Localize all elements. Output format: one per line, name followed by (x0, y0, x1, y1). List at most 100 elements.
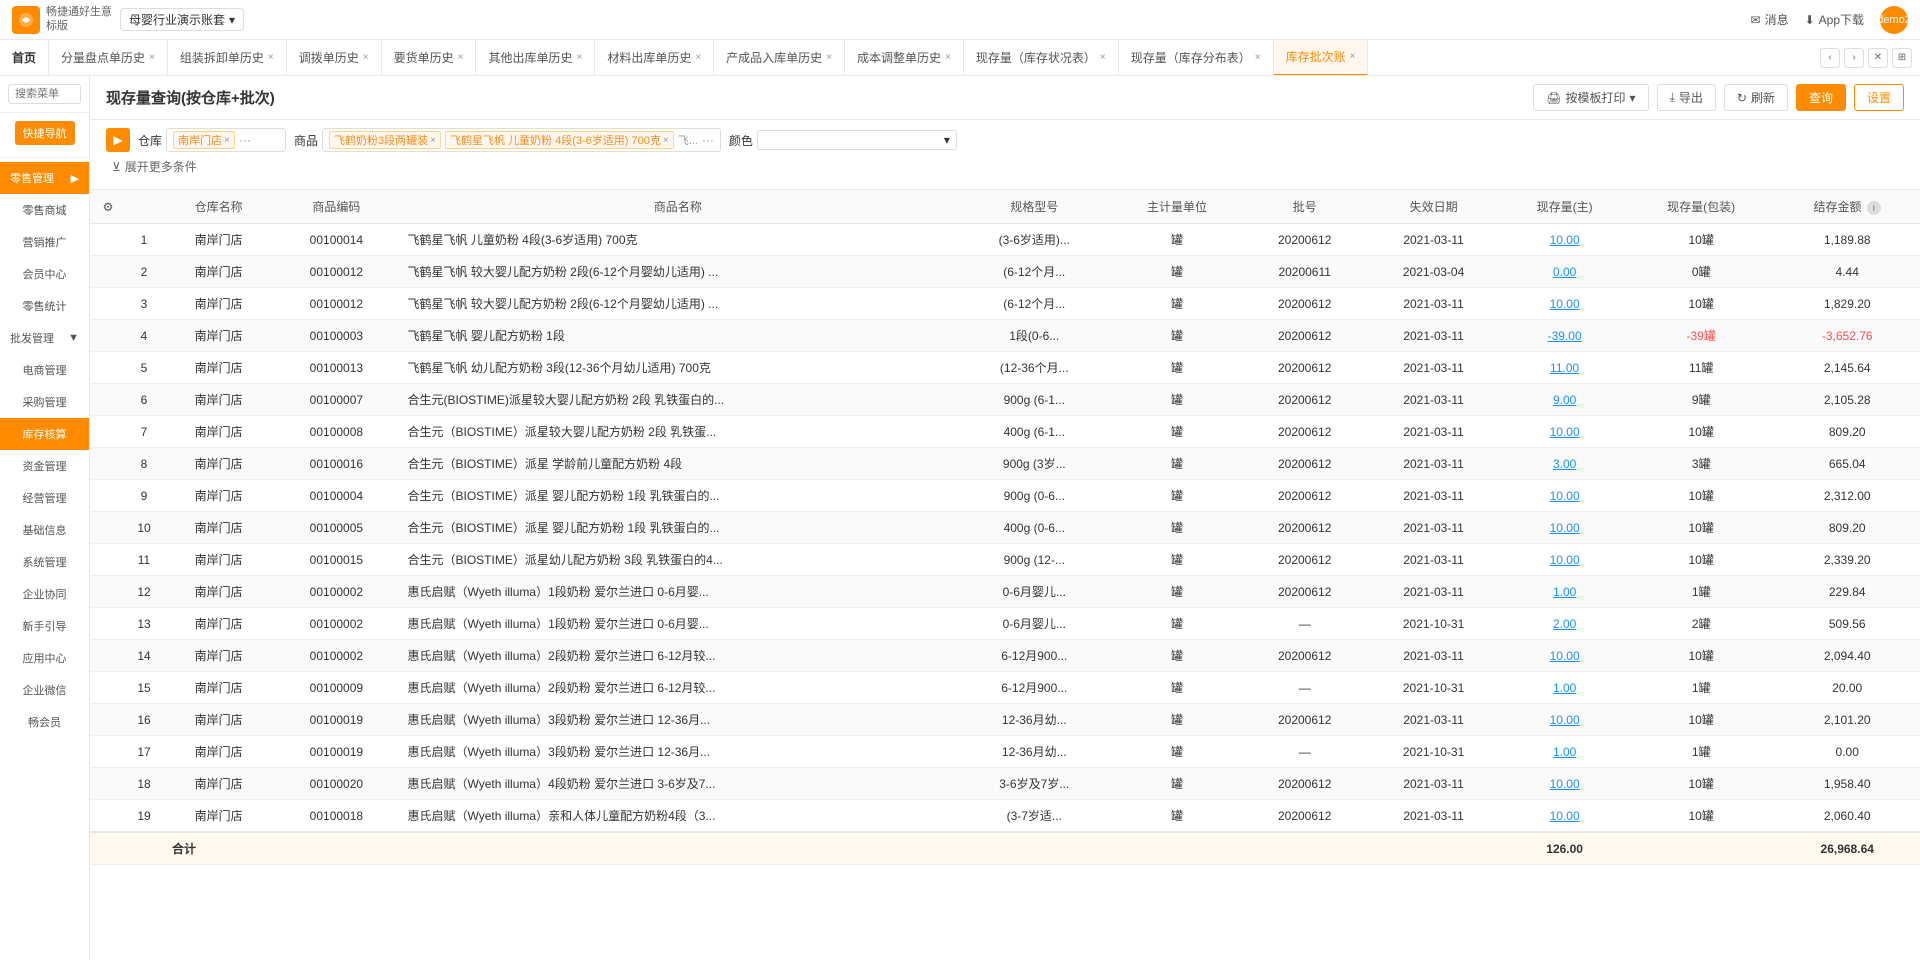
close-tab-require[interactable]: × (458, 52, 464, 63)
product-ellipsis[interactable]: ··· (702, 133, 714, 147)
sidebar-item-operation[interactable]: 经营管理 (0, 482, 89, 514)
remove-product-tag-0[interactable]: × (430, 135, 436, 146)
sidebar-item-app-center[interactable]: 应用中心 (0, 642, 89, 674)
td-qty-main-10[interactable]: 10.00 (1501, 544, 1628, 576)
remove-product-tag-1[interactable]: × (663, 135, 669, 146)
td-code-17: 00100020 (275, 768, 397, 800)
td-expire-0: 2021-03-11 (1366, 224, 1502, 256)
info-icon[interactable]: i (1867, 201, 1881, 215)
tab-stock-dist[interactable]: 现存量（库存分布表） × (1119, 40, 1274, 76)
close-tab-stock-dist[interactable]: × (1255, 52, 1261, 63)
product-more[interactable]: 飞... (678, 132, 698, 148)
avatar[interactable]: demo2 (1880, 6, 1908, 34)
product-tag-container[interactable]: 飞鹤奶粉3段两罐装 × 飞鹤星飞帆 儿童奶粉 4段(3-6岁适用) 700克 ×… (322, 128, 721, 152)
tab-cost-adjust[interactable]: 成本调整单历史 × (845, 40, 964, 76)
td-qty-main-11[interactable]: 1.00 (1501, 576, 1628, 608)
search-input[interactable] (8, 84, 81, 104)
td-unit-6: 罐 (1110, 416, 1243, 448)
nav-more[interactable]: ⊞ (1892, 48, 1912, 68)
column-settings-icon[interactable]: ⚙ (103, 200, 114, 214)
sidebar-item-retail-store[interactable]: 零售商城 (0, 194, 89, 226)
td-code-4: 00100013 (275, 352, 397, 384)
sidebar-item-system[interactable]: 系统管理 (0, 546, 89, 578)
td-qty-main-12[interactable]: 2.00 (1501, 608, 1628, 640)
td-qty-main-16[interactable]: 1.00 (1501, 736, 1628, 768)
td-qty-main-8[interactable]: 10.00 (1501, 480, 1628, 512)
td-num-9: 10 (126, 512, 162, 544)
th-settings[interactable]: ⚙ (90, 190, 126, 224)
tab-home[interactable]: 首页 (0, 40, 49, 76)
td-qty-main-6[interactable]: 10.00 (1501, 416, 1628, 448)
settings-button[interactable]: 设置 (1854, 84, 1904, 111)
close-tab-adjust[interactable]: × (363, 52, 369, 63)
tab-split-history[interactable]: 分量盘点单历史 × (49, 40, 168, 76)
message-button[interactable]: ✉ 消息 (1751, 11, 1789, 28)
warehouse-ellipsis[interactable]: ··· (239, 133, 251, 147)
sidebar-item-guide[interactable]: 新手引导 (0, 610, 89, 642)
close-tab-other-out[interactable]: × (576, 52, 582, 63)
td-qty-main-4[interactable]: 11.00 (1501, 352, 1628, 384)
close-tab-material-out[interactable]: × (695, 52, 701, 63)
sidebar-item-vip[interactable]: 畅会员 (0, 706, 89, 738)
tab-stock-status[interactable]: 现存量（库存状况表） × (964, 40, 1119, 76)
color-tag-container[interactable]: ▾ (757, 130, 957, 150)
td-qty-main-14[interactable]: 1.00 (1501, 672, 1628, 704)
summary-qty: 126.00 (1501, 832, 1628, 865)
export-button[interactable]: ⤓ 导出 (1657, 84, 1716, 111)
sidebar-item-enterprise[interactable]: 企业协同 (0, 578, 89, 610)
td-qty-main-3[interactable]: -39.00 (1501, 320, 1628, 352)
sidebar-item-marketing[interactable]: 营销推广 (0, 226, 89, 258)
sidebar-item-basic[interactable]: 基础信息 (0, 514, 89, 546)
td-balance-12: 509.56 (1774, 608, 1920, 640)
close-tab-combo[interactable]: × (268, 52, 274, 63)
sidebar-item-member[interactable]: 会员中心 (0, 258, 89, 290)
tab-require[interactable]: 要货单历史 × (382, 40, 477, 76)
td-qty-main-1[interactable]: 0.00 (1501, 256, 1628, 288)
td-qty-main-18[interactable]: 10.00 (1501, 800, 1628, 833)
sidebar-item-retail-stats[interactable]: 零售统计 (0, 290, 89, 322)
close-tab-split[interactable]: × (149, 52, 155, 63)
filter-toggle[interactable]: ▶ (106, 128, 130, 152)
tab-adjust[interactable]: 调拨单历史 × (287, 40, 382, 76)
refresh-button[interactable]: ↻ 刷新 (1724, 84, 1788, 111)
sidebar-item-shortcut[interactable]: 快捷导航 (0, 113, 89, 153)
tab-batch-voucher[interactable]: 库存批次账 × (1274, 40, 1369, 76)
close-tab-batch[interactable]: × (1350, 51, 1356, 62)
td-qty-main-5[interactable]: 9.00 (1501, 384, 1628, 416)
industry-select[interactable]: 母婴行业演示账套 ▾ (120, 8, 244, 31)
td-qty-main-7[interactable]: 3.00 (1501, 448, 1628, 480)
td-qty-main-0[interactable]: 10.00 (1501, 224, 1628, 256)
app-download-button[interactable]: ⬇ App下载 (1805, 11, 1864, 28)
sidebar-item-wholesale[interactable]: 批发管理 ▼ (0, 322, 89, 354)
remove-warehouse-tag[interactable]: × (224, 135, 230, 146)
sidebar-item-ecommerce[interactable]: 电商管理 (0, 354, 89, 386)
expand-more-button[interactable]: ⊻ 展开更多条件 (106, 152, 1904, 181)
td-qty-main-2[interactable]: 10.00 (1501, 288, 1628, 320)
nav-close-all[interactable]: ✕ (1868, 48, 1888, 68)
td-code-9: 00100005 (275, 512, 397, 544)
template-print-button[interactable]: 🖨 按模板打印 ▾ (1533, 84, 1648, 111)
close-tab-stock-status[interactable]: × (1100, 52, 1106, 63)
sidebar-item-finance[interactable]: 资金管理 (0, 450, 89, 482)
tab-material-out[interactable]: 材料出库单历史 × (595, 40, 714, 76)
td-spec-11: 0-6月婴儿... (958, 576, 1110, 608)
td-qty-main-13[interactable]: 10.00 (1501, 640, 1628, 672)
sidebar-item-inventory[interactable]: 库存核算 (0, 418, 89, 450)
sidebar-item-enterprise-wechat[interactable]: 企业微信 (0, 674, 89, 706)
td-qty-main-9[interactable]: 10.00 (1501, 512, 1628, 544)
nav-next-arrow[interactable]: › (1844, 48, 1864, 68)
tab-product-in[interactable]: 产成品入库单历史 × (714, 40, 845, 76)
close-tab-cost-adjust[interactable]: × (945, 52, 951, 63)
td-qty-main-17[interactable]: 10.00 (1501, 768, 1628, 800)
query-button[interactable]: 查询 (1796, 84, 1846, 111)
sidebar-item-purchase[interactable]: 采购管理 (0, 386, 89, 418)
close-tab-product-in[interactable]: × (826, 52, 832, 63)
td-name-14: 惠氏启赋（Wyeth illuma）2段奶粉 爱尔兰进口 6-12月较... (397, 672, 958, 704)
td-qty-main-15[interactable]: 10.00 (1501, 704, 1628, 736)
tab-combo[interactable]: 组装拆卸单历史 × (168, 40, 287, 76)
nav-prev-arrow[interactable]: ‹ (1820, 48, 1840, 68)
sidebar-item-retail[interactable]: 零售管理 ▶ (0, 162, 89, 194)
tab-other-out[interactable]: 其他出库单历史 × (476, 40, 595, 76)
td-qty-pack-16: 1罐 (1628, 736, 1775, 768)
warehouse-tag-container[interactable]: 南岸门店 × ··· (166, 128, 286, 152)
